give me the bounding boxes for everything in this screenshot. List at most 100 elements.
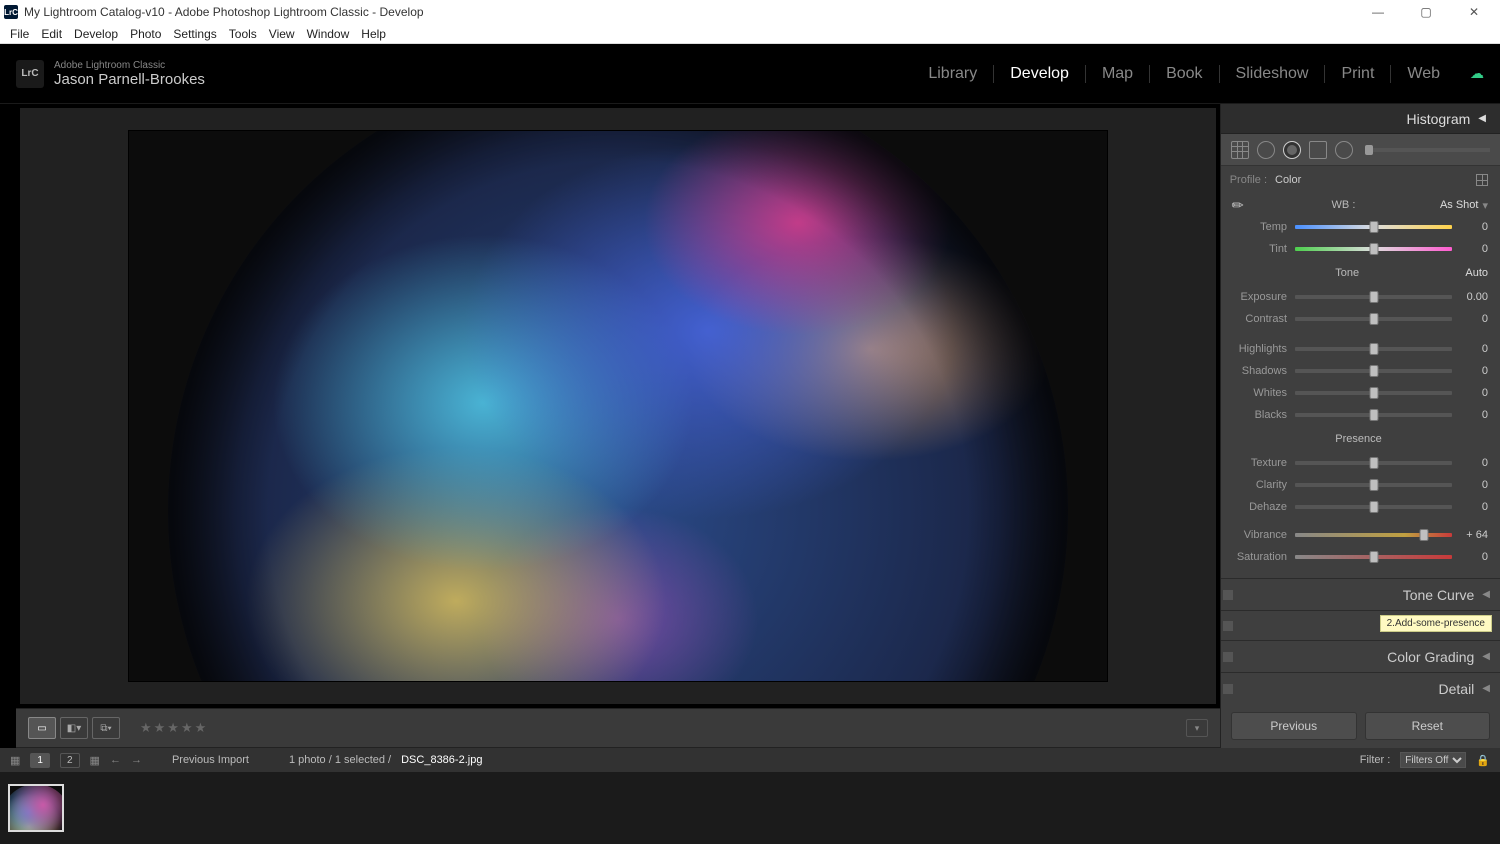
minimize-button[interactable]: — [1366,5,1390,19]
module-print[interactable]: Print [1324,65,1390,83]
grid-view-icon[interactable]: ▦ [90,754,100,767]
saturation-slider[interactable] [1295,555,1452,559]
panel-toggle-icon[interactable] [1223,621,1233,631]
module-slideshow[interactable]: Slideshow [1219,65,1325,83]
color-grading-panel-header[interactable]: 2.Add-some-presence [1221,610,1500,640]
sync-cloud-icon[interactable]: ☁ [1470,65,1484,82]
before-after-lr-button[interactable]: ◧▾ [60,717,88,739]
before-after-tb-button[interactable]: ⧉▾ [92,717,120,739]
wb-value[interactable]: As Shot [1440,199,1479,211]
contrast-slider[interactable] [1295,317,1452,321]
texture-value[interactable]: 0 [1452,457,1488,469]
shadows-value[interactable]: 0 [1452,365,1488,377]
clarity-slider[interactable] [1295,483,1452,487]
close-button[interactable]: ✕ [1462,5,1486,19]
wb-eyedropper-icon[interactable]: ✎ [1226,193,1251,218]
auto-tone-button[interactable]: Auto [1465,267,1488,279]
brand-icon: LrC [16,60,44,88]
previous-button[interactable]: Previous [1231,712,1357,740]
filter-select[interactable]: Filters Off [1400,752,1466,768]
nav-forward-icon[interactable]: → [131,754,142,766]
histogram-panel-header[interactable]: Histogram ◀ [1221,104,1500,134]
shadows-slider[interactable] [1295,369,1452,373]
saturation-value[interactable]: 0 [1452,551,1488,563]
menu-develop[interactable]: Develop [68,25,124,43]
app-icon: LrC [4,5,18,19]
main-window-chip[interactable]: 1 [30,753,50,768]
radial-filter-icon[interactable] [1335,141,1353,159]
menu-edit[interactable]: Edit [35,25,68,43]
rating-stars[interactable]: ★★★★★ [140,720,208,736]
temp-value[interactable]: 0 [1452,221,1488,233]
graduated-filter-icon[interactable] [1309,141,1327,159]
menu-file[interactable]: File [4,25,35,43]
temp-label: Temp [1229,221,1295,233]
temp-slider[interactable] [1295,225,1452,229]
spot-removal-icon[interactable] [1257,141,1275,159]
histogram-label: Histogram [1407,111,1471,127]
loupe-view-button[interactable]: ▭ [28,717,56,739]
module-web[interactable]: Web [1390,65,1456,83]
module-develop[interactable]: Develop [993,65,1085,83]
toolbar-options-dropdown[interactable]: ▾ [1186,719,1208,737]
filmstrip: ▦ 1 2 ▦ ← → Previous Import 1 photo / 1 … [0,748,1500,844]
tint-slider[interactable] [1295,247,1452,251]
color-grading-panel-header-2[interactable]: Color Grading ◀ [1221,640,1500,672]
vibrance-slider[interactable] [1295,533,1452,537]
filmstrip-thumbnail[interactable] [8,784,64,832]
module-library[interactable]: Library [912,65,993,83]
vibrance-value[interactable]: + 64 [1452,529,1488,541]
loupe-view[interactable] [20,108,1216,704]
module-book[interactable]: Book [1149,65,1218,83]
tint-value[interactable]: 0 [1452,243,1488,255]
panel-toggle-icon[interactable] [1223,590,1233,600]
dehaze-value[interactable]: 0 [1452,501,1488,513]
menu-photo[interactable]: Photo [124,25,167,43]
panel-toggle-icon[interactable] [1223,652,1233,662]
redeye-tool-icon[interactable] [1283,141,1301,159]
mask-slider[interactable] [1365,148,1490,152]
menu-tools[interactable]: Tools [223,25,263,43]
exposure-value[interactable]: 0.00 [1452,291,1488,303]
right-panel: Histogram ◀ Profile : Color ✎ [1220,104,1500,748]
second-window-icon[interactable]: ▦ [10,754,20,767]
highlights-label: Highlights [1229,343,1295,355]
color-grading-label: Color Grading [1387,649,1474,665]
dehaze-slider[interactable] [1295,505,1452,509]
menu-view[interactable]: View [263,25,301,43]
preview-image [128,130,1108,682]
profile-value[interactable]: Color [1275,174,1301,186]
count-label: 1 photo / 1 selected / [289,754,391,766]
contrast-value[interactable]: 0 [1452,313,1488,325]
profile-browser-icon[interactable] [1476,174,1488,186]
menu-settings[interactable]: Settings [167,25,222,43]
shadows-label: Shadows [1229,365,1295,377]
module-map[interactable]: Map [1085,65,1149,83]
whites-slider[interactable] [1295,391,1452,395]
saturation-label: Saturation [1229,551,1295,563]
wb-dropdown-icon[interactable]: ▾ [1482,199,1488,212]
detail-panel-header[interactable]: Detail ◀ [1221,672,1500,704]
highlights-slider[interactable] [1295,347,1452,351]
profile-label: Profile : [1229,174,1275,186]
blacks-value[interactable]: 0 [1452,409,1488,421]
exposure-slider[interactable] [1295,295,1452,299]
highlights-value[interactable]: 0 [1452,343,1488,355]
menu-help[interactable]: Help [355,25,392,43]
panel-toggle-icon[interactable] [1223,684,1233,694]
second-window-chip[interactable]: 2 [60,753,80,768]
crop-tool-icon[interactable] [1231,141,1249,159]
clarity-value[interactable]: 0 [1452,479,1488,491]
filename-label: DSC_8386-2.jpg [401,754,482,766]
tone-curve-panel-header[interactable]: Tone Curve ◀ [1221,578,1500,610]
source-label[interactable]: Previous Import [172,754,249,766]
maximize-button[interactable]: ▢ [1414,5,1438,19]
blacks-slider[interactable] [1295,413,1452,417]
whites-value[interactable]: 0 [1452,387,1488,399]
texture-slider[interactable] [1295,461,1452,465]
left-panel-collapsed[interactable] [0,104,16,748]
reset-button[interactable]: Reset [1365,712,1491,740]
menu-window[interactable]: Window [301,25,356,43]
nav-back-icon[interactable]: ← [110,754,121,766]
filter-lock-icon[interactable]: 🔒 [1476,754,1490,767]
